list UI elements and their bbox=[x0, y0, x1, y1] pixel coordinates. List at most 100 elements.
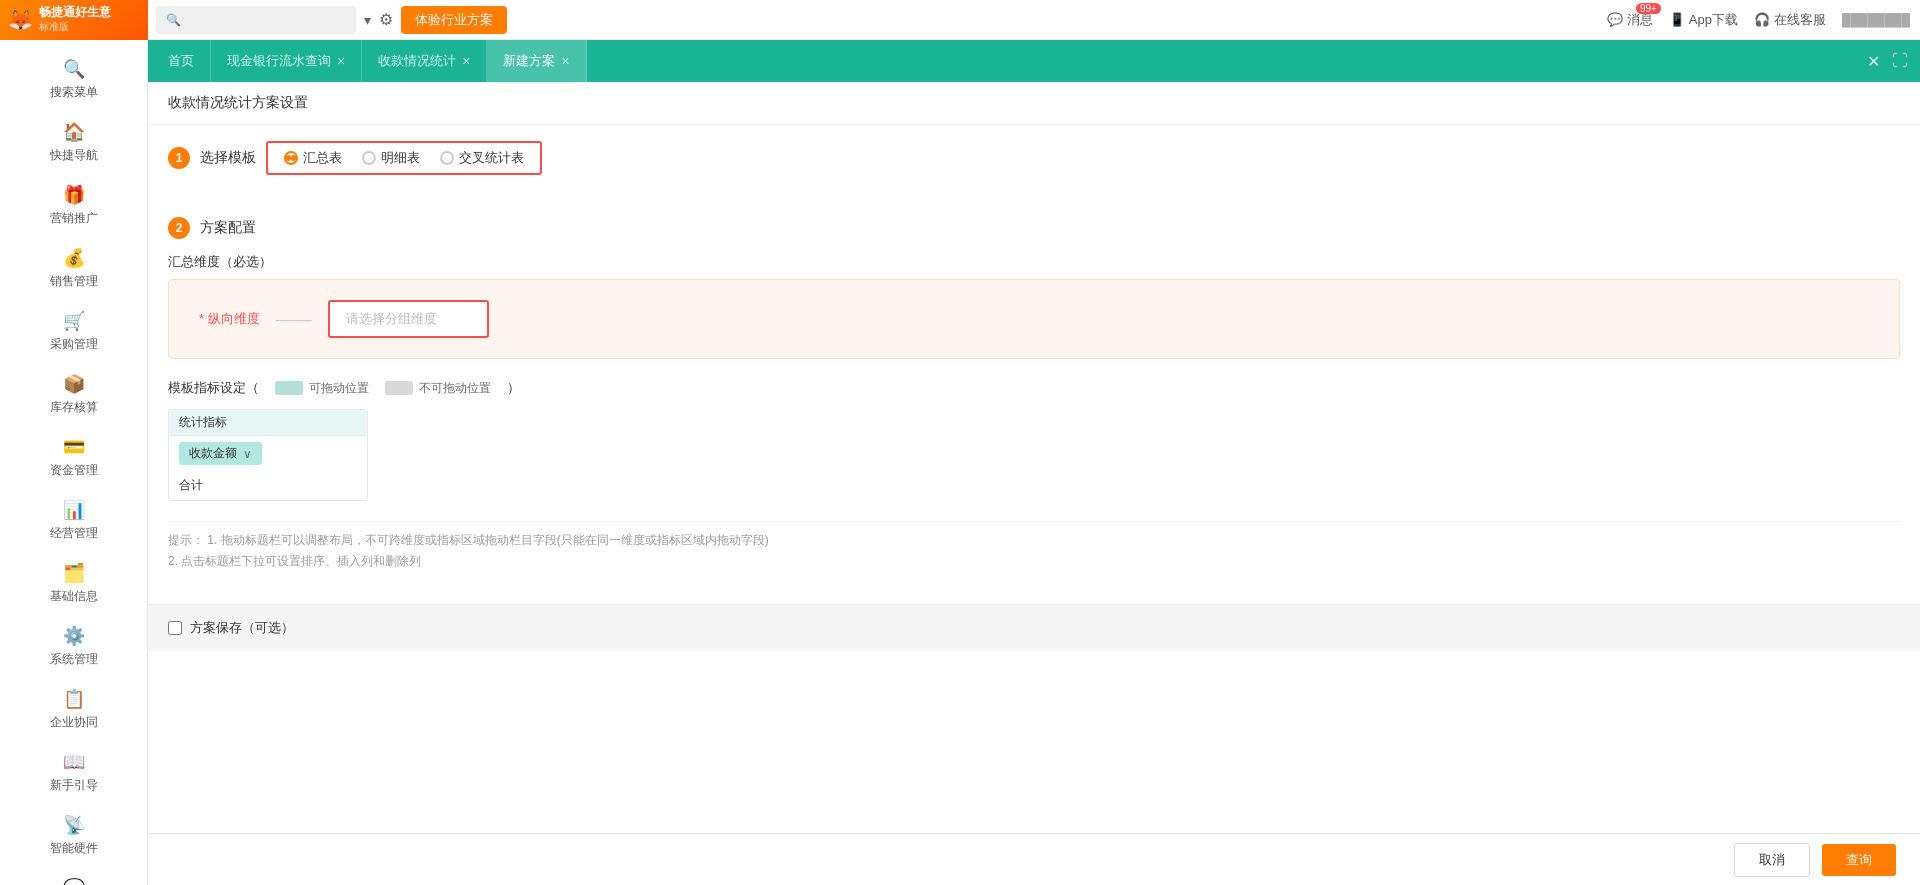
page-inner: 收款情况统计方案设置 1 选择模板 bbox=[148, 82, 1920, 833]
save-plan-checkbox[interactable] bbox=[168, 621, 182, 635]
hint-non-draggable: 不可拖动位置 bbox=[385, 380, 491, 397]
quick-nav-icon: 🏠 bbox=[63, 121, 85, 143]
sidebar-item-marketing[interactable]: 🎁 营销推广 bbox=[0, 174, 147, 237]
window-close-btn[interactable]: ✕ bbox=[1867, 52, 1880, 71]
message-badge[interactable]: 💬 消息 99+ bbox=[1607, 11, 1653, 29]
sidebar-item-basic-info[interactable]: 🗂️ 基础信息 bbox=[0, 552, 147, 615]
user-info[interactable]: ████████ bbox=[1842, 13, 1910, 27]
trial-btn[interactable]: 体验行业方案 bbox=[401, 6, 507, 34]
wechat-icon: 💬 bbox=[63, 877, 85, 885]
step1-section: 1 选择模板 汇总表 bbox=[148, 125, 1920, 207]
logo-icon: 🦊 bbox=[8, 8, 33, 32]
sidebar-label-quick-nav: 快捷导航 bbox=[50, 147, 98, 164]
sidebar-item-inventory[interactable]: 📦 库存核算 bbox=[0, 363, 147, 426]
header-right: 💬 消息 99+ 📱 App下载 🎧 在线客服 ████████ bbox=[1607, 11, 1910, 29]
metrics-hint-row: 模板指标设定（ 可拖动位置 不可拖动位置 ） bbox=[168, 379, 1900, 397]
cancel-button[interactable]: 取消 bbox=[1734, 843, 1810, 877]
tab-bank-flow-close[interactable]: × bbox=[337, 53, 345, 69]
guide-icon: 📖 bbox=[63, 751, 85, 773]
settings-gear-btn[interactable]: ⚙ bbox=[379, 10, 393, 29]
tab-receivable-stats-close[interactable]: × bbox=[462, 53, 470, 69]
app-icon: 📱 bbox=[1669, 12, 1685, 27]
page-title-bar: 收款情况统计方案设置 bbox=[148, 82, 1920, 125]
sidebar-item-system[interactable]: ⚙️ 系统管理 bbox=[0, 615, 147, 678]
step2-header: 2 方案配置 bbox=[168, 217, 1900, 239]
radio-summary-label: 汇总表 bbox=[303, 149, 342, 167]
window-expand-btn[interactable]: ⛶ bbox=[1892, 52, 1908, 70]
header-search-bar[interactable]: 🔍 bbox=[156, 6, 356, 34]
content-area: 首页 现金银行流水查询 × 收款情况统计 × 新建方案 × ✕ ⛶ bbox=[148, 40, 1920, 885]
step1-header: 1 选择模板 汇总表 bbox=[168, 141, 1900, 175]
page-title: 收款情况统计方案设置 bbox=[168, 94, 308, 110]
vertical-dimension-label: * 纵向维度 bbox=[199, 310, 260, 328]
step1-label: 选择模板 bbox=[200, 149, 256, 167]
sidebar-label-purchase: 采购管理 bbox=[50, 336, 98, 353]
metrics-hint-close: ） bbox=[507, 379, 520, 397]
chip-label: 收款金额 bbox=[189, 445, 237, 462]
sidebar-item-sales[interactable]: 💰 销售管理 bbox=[0, 237, 147, 300]
sidebar-item-corp-collab[interactable]: 📋 企业协同 bbox=[0, 678, 147, 741]
tab-window-btns: ✕ ⛶ bbox=[1855, 40, 1920, 82]
online-service-btn[interactable]: 🎧 在线客服 bbox=[1754, 11, 1826, 29]
dimension-area: * 纵向维度 —— 请选择分组维度 bbox=[168, 279, 1900, 359]
template-select-area-wrapper: 选择模板 bbox=[200, 149, 256, 165]
chip-dropdown-arrow[interactable]: ∨ bbox=[243, 447, 252, 461]
sidebar-label-inventory: 库存核算 bbox=[50, 399, 98, 416]
sidebar-item-wechat[interactable]: 💬 企业微信 bbox=[0, 867, 147, 885]
sidebar-item-guide[interactable]: 📖 新手引导 bbox=[0, 741, 147, 804]
sidebar-label-marketing: 营销推广 bbox=[50, 210, 98, 227]
hint-draggable: 可拖动位置 bbox=[275, 380, 369, 397]
headset-icon: 🎧 bbox=[1754, 12, 1770, 27]
sidebar-item-search-menu[interactable]: 🔍 搜索菜单 bbox=[0, 48, 147, 111]
radio-detail[interactable]: 明细表 bbox=[362, 149, 420, 167]
sidebar: 🔍 搜索菜单 🏠 快捷导航 🎁 营销推广 💰 销售管理 🛒 采购管理 📦 库存核… bbox=[0, 40, 148, 885]
radio-summary-circle bbox=[284, 151, 298, 165]
dimension-select-placeholder: 请选择分组维度 bbox=[346, 311, 437, 326]
receivable-amount-chip[interactable]: 收款金额 ∨ bbox=[179, 442, 262, 465]
tip-1: 提示： 1. 拖动标题栏可以调整布局，不可跨维度或指标区域拖动栏目字段(只能在同… bbox=[168, 532, 1900, 549]
finance-icon: 💳 bbox=[63, 436, 85, 458]
sidebar-label-finance: 资金管理 bbox=[50, 462, 98, 479]
radio-summary[interactable]: 汇总表 bbox=[284, 149, 342, 167]
sidebar-item-smart-hw[interactable]: 📡 智能硬件 bbox=[0, 804, 147, 867]
logo-sub: 标准版 bbox=[39, 20, 111, 34]
stats-section-label: 统计指标 bbox=[179, 415, 227, 429]
sidebar-item-finance[interactable]: 💳 资金管理 bbox=[0, 426, 147, 489]
save-plan-label: 方案保存（可选） bbox=[190, 619, 294, 637]
sidebar-item-purchase[interactable]: 🛒 采购管理 bbox=[0, 300, 147, 363]
tab-home-label: 首页 bbox=[168, 52, 194, 70]
sidebar-item-quick-nav[interactable]: 🏠 快捷导航 bbox=[0, 111, 147, 174]
radio-cross[interactable]: 交叉统计表 bbox=[440, 149, 524, 167]
marketing-icon: 🎁 bbox=[63, 184, 85, 206]
draggable-label: 可拖动位置 bbox=[309, 380, 369, 397]
sidebar-label-operation: 经营管理 bbox=[50, 525, 98, 542]
sales-icon: 💰 bbox=[63, 247, 85, 269]
logo-text: 畅捷通好生意 bbox=[39, 5, 111, 19]
query-button[interactable]: 查询 bbox=[1822, 844, 1896, 876]
bottom-action-bar: 取消 查询 bbox=[148, 833, 1920, 885]
dimension-title: 汇总维度（必选） bbox=[168, 254, 272, 269]
tab-home[interactable]: 首页 bbox=[148, 40, 211, 82]
sidebar-label-system: 系统管理 bbox=[50, 651, 98, 668]
message-count: 99+ bbox=[1636, 3, 1661, 14]
tab-new-plan[interactable]: 新建方案 × bbox=[487, 40, 586, 82]
header-dropdown-btn[interactable]: ▾ bbox=[364, 12, 371, 28]
sidebar-item-operation[interactable]: 📊 经营管理 bbox=[0, 489, 147, 552]
radio-cross-circle bbox=[440, 151, 454, 165]
template-select-box: 汇总表 明细表 交叉统计表 bbox=[266, 141, 542, 175]
basic-info-icon: 🗂️ bbox=[63, 562, 85, 584]
tab-new-plan-close[interactable]: × bbox=[561, 53, 569, 69]
stats-chip-row: 收款金额 ∨ bbox=[169, 436, 367, 471]
vertical-dimension-row: * 纵向维度 —— 请选择分组维度 bbox=[199, 300, 1869, 338]
online-service-label: 在线客服 bbox=[1774, 11, 1826, 29]
tab-bank-flow[interactable]: 现金银行流水查询 × bbox=[211, 40, 362, 82]
app-download-btn[interactable]: 📱 App下载 bbox=[1669, 11, 1738, 29]
dimension-select-dropdown[interactable]: 请选择分组维度 bbox=[328, 300, 489, 338]
inventory-icon: 📦 bbox=[63, 373, 85, 395]
tab-bar: 首页 现金银行流水查询 × 收款情况统计 × 新建方案 × ✕ ⛶ bbox=[148, 40, 1920, 82]
tab-receivable-stats[interactable]: 收款情况统计 × bbox=[362, 40, 487, 82]
tip-2: 2. 点击标题栏下拉可设置排序、插入列和删除列 bbox=[168, 553, 1900, 570]
stats-area: 统计指标 收款金额 ∨ 合计 bbox=[168, 409, 368, 501]
search-menu-icon: 🔍 bbox=[63, 58, 85, 80]
page-footer: 方案保存（可选） bbox=[148, 604, 1920, 651]
